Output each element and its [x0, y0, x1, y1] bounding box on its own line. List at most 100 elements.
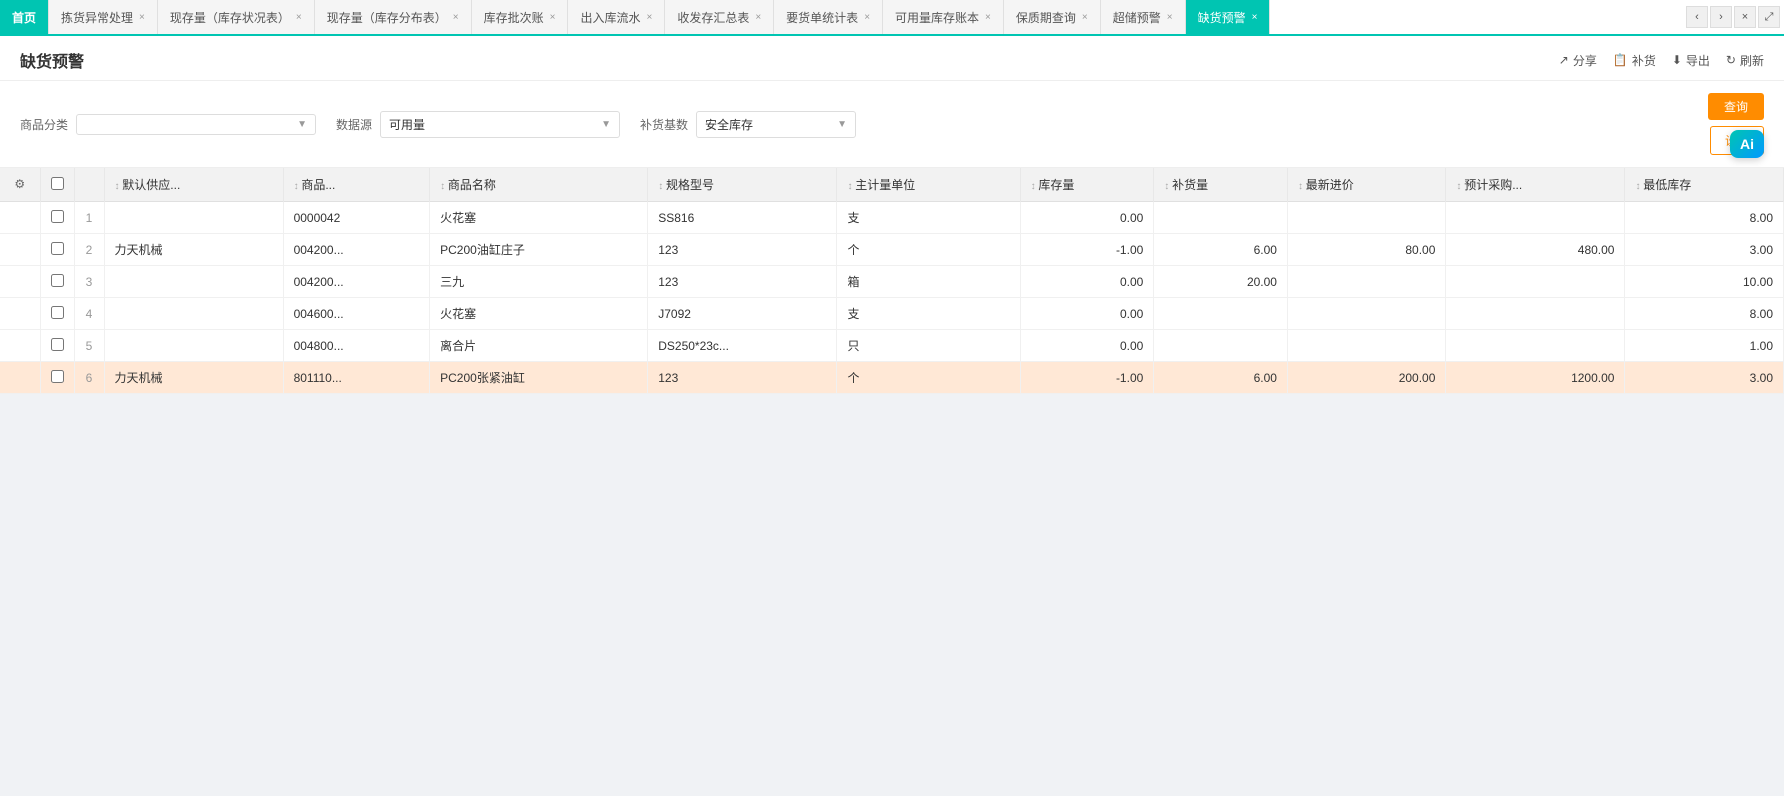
th-stock-qty[interactable]: 库存量: [1020, 168, 1154, 202]
tab-available-ledger-close[interactable]: ×: [985, 12, 991, 23]
row-replenish-qty: [1154, 202, 1288, 234]
row-latest-price: [1287, 266, 1445, 298]
row-checkbox-cell: [40, 266, 74, 298]
tab-nav-controls: ‹ › × ⤢: [1682, 6, 1784, 28]
tab-order-stats-close[interactable]: ×: [864, 12, 870, 23]
tab-available-ledger-label: 可用量库存账本: [895, 9, 979, 26]
row-checkbox[interactable]: [51, 370, 64, 383]
refresh-action[interactable]: ↻ 刷新: [1726, 52, 1764, 69]
column-settings-icon[interactable]: ⚙: [12, 177, 28, 193]
tab-scroll-left[interactable]: ‹: [1686, 6, 1708, 28]
tab-batch[interactable]: 库存批次账 ×: [472, 0, 569, 34]
row-est-purchase: [1446, 202, 1625, 234]
row-checkbox[interactable]: [51, 338, 64, 351]
tab-inout-flow[interactable]: 出入库流水 ×: [568, 0, 665, 34]
row-unit: 个: [837, 234, 1020, 266]
tab-shortage-label: 缺货预警: [1198, 9, 1246, 26]
replenish-base-select-value: 安全库存: [705, 116, 753, 133]
tab-home-label: 首页: [12, 9, 36, 26]
tab-scroll-right[interactable]: ›: [1710, 6, 1732, 28]
row-latest-price: [1287, 298, 1445, 330]
tab-inventory-status-close[interactable]: ×: [296, 12, 302, 23]
th-spec[interactable]: 规格型号: [648, 168, 837, 202]
table-row: 3 004200... 三九 123 箱 0.00 20.00 10.00: [0, 266, 1784, 298]
tab-close-all[interactable]: ×: [1734, 6, 1756, 28]
datasource-filter-label: 数据源: [336, 116, 372, 133]
th-min-stock[interactable]: 最低库存: [1625, 168, 1784, 202]
th-latest-price[interactable]: 最新进价: [1287, 168, 1445, 202]
tab-order-stats[interactable]: 要货单统计表 ×: [774, 0, 883, 34]
tab-available-ledger[interactable]: 可用量库存账本 ×: [883, 0, 1004, 34]
row-unit: 个: [837, 362, 1020, 394]
category-select[interactable]: ▼: [76, 114, 316, 135]
th-est-purchase[interactable]: 预计采购...: [1446, 168, 1625, 202]
row-est-purchase: [1446, 330, 1625, 362]
export-action[interactable]: ⬇ 导出: [1672, 52, 1710, 69]
share-icon: ↗: [1559, 53, 1569, 67]
query-button[interactable]: 查询: [1708, 93, 1764, 120]
th-rownum: [74, 168, 104, 202]
row-settings-cell: [0, 266, 40, 298]
tab-receive-summary-close[interactable]: ×: [755, 12, 761, 23]
tab-overstock[interactable]: 超储预警 ×: [1101, 0, 1186, 34]
tab-expiry-close[interactable]: ×: [1082, 12, 1088, 23]
row-checkbox-cell: [40, 330, 74, 362]
tab-shortage[interactable]: 缺货预警 ×: [1186, 0, 1271, 34]
row-checkbox[interactable]: [51, 306, 64, 319]
select-all-checkbox[interactable]: [51, 177, 64, 190]
row-num: 5: [74, 330, 104, 362]
tab-expiry-label: 保质期查询: [1016, 9, 1076, 26]
table-container: ⚙ 默认供应... 商品... 商品名称 规格型号 主计量单位 库存量 补货量 …: [0, 168, 1784, 394]
tab-overstock-close[interactable]: ×: [1167, 12, 1173, 23]
category-chevron-icon: ▼: [297, 119, 307, 130]
row-supplier: 力天机械: [104, 234, 283, 266]
tab-home[interactable]: 首页: [0, 0, 49, 34]
row-spec: DS250*23c...: [648, 330, 837, 362]
row-settings-cell: [0, 362, 40, 394]
tab-expand[interactable]: ⤢: [1758, 6, 1780, 28]
th-default-supplier[interactable]: 默认供应...: [104, 168, 283, 202]
header-actions: ↗ 分享 📋 补货 ⬇ 导出 ↻ 刷新: [1559, 52, 1764, 69]
tab-inventory-dist-close[interactable]: ×: [453, 12, 459, 23]
row-supplier: [104, 298, 283, 330]
row-unit: 箱: [837, 266, 1020, 298]
tab-bar: 首页 拣货异常处理 × 现存量（库存状况表） × 现存量（库存分布表） × 库存…: [0, 0, 1784, 36]
replenish-base-select[interactable]: 安全库存 ▼: [696, 111, 856, 138]
row-min-stock: 10.00: [1625, 266, 1784, 298]
row-spec: 123: [648, 266, 837, 298]
tab-batch-close[interactable]: ×: [550, 12, 556, 23]
row-checkbox[interactable]: [51, 242, 64, 255]
tab-abnormal[interactable]: 拣货异常处理 ×: [49, 0, 158, 34]
row-stock-qty: -1.00: [1020, 362, 1154, 394]
ai-badge[interactable]: Ai: [1730, 130, 1764, 158]
tab-abnormal-close[interactable]: ×: [139, 12, 145, 23]
tab-expiry[interactable]: 保质期查询 ×: [1004, 0, 1101, 34]
row-spec: J7092: [648, 298, 837, 330]
row-est-purchase: [1446, 266, 1625, 298]
th-product-name[interactable]: 商品名称: [430, 168, 648, 202]
tab-receive-summary[interactable]: 收发存汇总表 ×: [665, 0, 774, 34]
row-checkbox[interactable]: [51, 274, 64, 287]
th-product-code[interactable]: 商品...: [283, 168, 430, 202]
row-settings-cell: [0, 234, 40, 266]
tab-inventory-status[interactable]: 现存量（库存状况表） ×: [158, 0, 315, 34]
row-checkbox[interactable]: [51, 210, 64, 223]
tab-inventory-status-label: 现存量（库存状况表）: [170, 9, 290, 26]
datasource-select-value: 可用量: [389, 116, 425, 133]
datasource-select[interactable]: 可用量 ▼: [380, 111, 620, 138]
replenish-action[interactable]: 📋 补货: [1613, 52, 1656, 69]
share-action[interactable]: ↗ 分享: [1559, 52, 1597, 69]
tab-shortage-close[interactable]: ×: [1252, 12, 1258, 23]
th-unit[interactable]: 主计量单位: [837, 168, 1020, 202]
tab-inventory-dist[interactable]: 现存量（库存分布表） ×: [315, 0, 472, 34]
replenish-icon: 📋: [1613, 53, 1628, 67]
row-product-name: PC200张紧油缸: [430, 362, 648, 394]
row-product-code: 004800...: [283, 330, 430, 362]
tab-inout-flow-close[interactable]: ×: [646, 12, 652, 23]
row-supplier: [104, 202, 283, 234]
row-unit: 只: [837, 330, 1020, 362]
row-product-code: 801110...: [283, 362, 430, 394]
row-product-name: 离合片: [430, 330, 648, 362]
th-replenish-qty[interactable]: 补货量: [1154, 168, 1288, 202]
row-unit: 支: [837, 202, 1020, 234]
